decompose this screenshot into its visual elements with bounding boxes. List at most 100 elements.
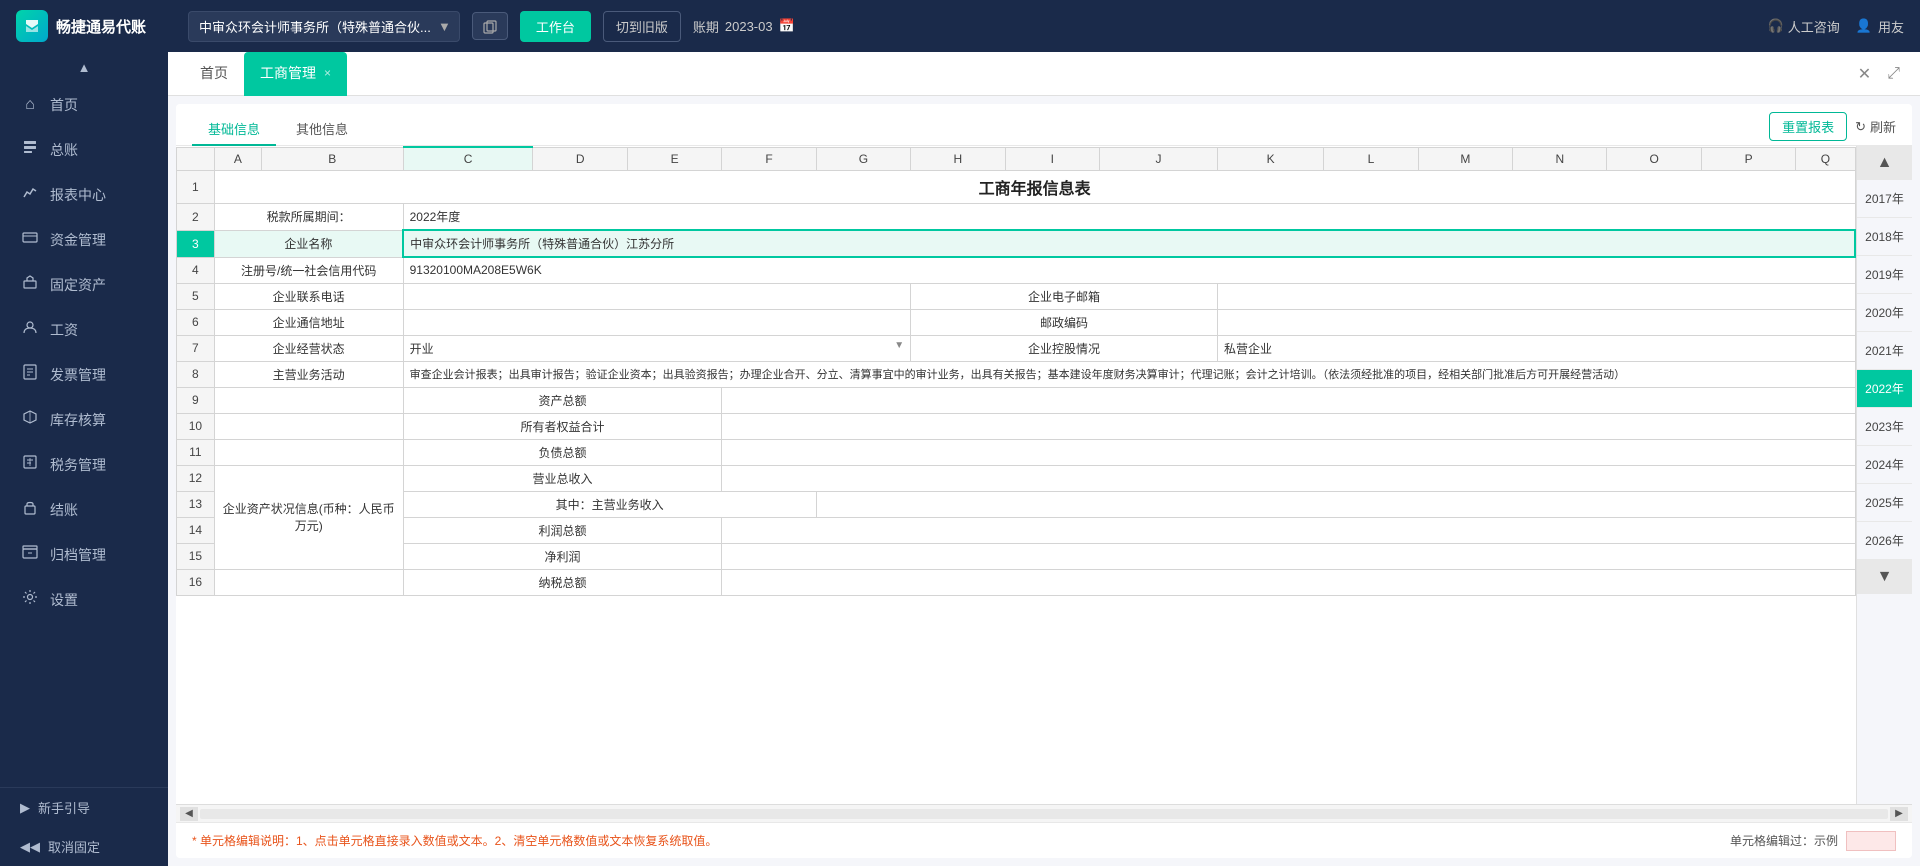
email-value-cell[interactable] xyxy=(1218,283,1856,309)
table-row: 3 企业名称 中审众环会计师事务所（特殊普通合伙）江苏分所 xyxy=(177,230,1856,257)
support-link[interactable]: 🎧 人工咨询 xyxy=(1768,17,1840,36)
sidebar-label-invoice: 发票管理 xyxy=(50,365,106,385)
sidebar-item-finance[interactable]: 资金管理 xyxy=(0,217,168,262)
scroll-left-btn[interactable]: ◀ xyxy=(180,807,198,821)
col-header-G: G xyxy=(816,147,910,171)
scroll-track-h[interactable] xyxy=(200,809,1888,819)
spreadsheet-container[interactable]: A B C D E F G H I J K L xyxy=(176,146,1856,804)
sidebar-item-archive[interactable]: 归档管理 xyxy=(0,532,168,577)
sub-tab-other[interactable]: 其他信息 xyxy=(280,113,364,146)
sidebar-label-tax: 税务管理 xyxy=(50,455,106,475)
ledger-icon xyxy=(20,139,40,160)
table-row: 14 利润总额 xyxy=(177,517,1856,543)
sidebar-item-reports[interactable]: 报表中心 xyxy=(0,172,168,217)
workbench-button[interactable]: 工作台 xyxy=(520,11,591,42)
old-version-button[interactable]: 切到旧版 xyxy=(603,11,681,42)
calendar-icon[interactable]: 📅 xyxy=(779,18,795,34)
postal-value-cell[interactable] xyxy=(1218,309,1856,335)
row-num-1: 1 xyxy=(177,171,215,204)
row-num-16: 16 xyxy=(177,569,215,595)
tab-industrial[interactable]: 工商管理 × xyxy=(244,52,347,96)
year-item-2020[interactable]: 2020年 xyxy=(1857,294,1912,332)
row-num-2: 2 xyxy=(177,204,215,231)
row-num-6: 6 xyxy=(177,309,215,335)
sidebar-item-home[interactable]: ⌂ 首页 xyxy=(0,83,168,127)
empty-cell-10 xyxy=(214,413,403,439)
sidebar-item-payroll[interactable]: 工资 xyxy=(0,307,168,352)
sidebar-item-ledger[interactable]: 总账 xyxy=(0,127,168,172)
tab-close-button[interactable]: × xyxy=(324,66,331,80)
phone-value-cell[interactable] xyxy=(403,283,911,309)
edited-label: 单元格编辑过：示例 xyxy=(1730,832,1838,849)
address-value-cell[interactable] xyxy=(403,309,911,335)
year-item-2017[interactable]: 2017年 xyxy=(1857,180,1912,218)
col-header-N: N xyxy=(1513,147,1607,171)
year-scroll-up[interactable]: ▲ xyxy=(1857,146,1912,180)
row-num-12: 12 xyxy=(177,465,215,491)
sidebar-label-settings: 设置 xyxy=(50,590,78,610)
tab-resize[interactable]: ⤢ xyxy=(1883,60,1904,88)
equity-value-cell[interactable] xyxy=(722,413,1855,439)
scroll-right-btn[interactable]: ▶ xyxy=(1890,807,1908,821)
app-name: 畅捷通易代账 xyxy=(56,16,146,37)
closing-icon xyxy=(20,499,40,520)
year-item-2021[interactable]: 2021年 xyxy=(1857,332,1912,370)
year-item-2022[interactable]: 2022年 xyxy=(1857,370,1912,408)
col-header-row: A B C D E F G H I J K L xyxy=(177,147,1856,171)
sidebar: ▲ ⌂ 首页 总账 报表中心 资金管理 固定资产 xyxy=(0,52,168,866)
tab-home[interactable]: 首页 xyxy=(184,52,244,96)
assets-value-cell[interactable] xyxy=(722,387,1855,413)
page-footer: * 单元格编辑说明：1、点击单元格直接录入数值或文本。2、清空单元格数值或文本恢… xyxy=(176,822,1912,858)
ownership-value-cell[interactable]: 私营企业 xyxy=(1218,335,1856,361)
net-profit-value-cell[interactable] xyxy=(722,543,1855,569)
period-label: 账期 xyxy=(693,17,719,36)
period-info: 账期 2023-03 📅 xyxy=(693,17,795,36)
sub-tab-basic[interactable]: 基础信息 xyxy=(192,113,276,146)
company-selector[interactable]: 中审众环会计师事务所（特殊普通合伙... ▼ xyxy=(188,11,460,42)
sidebar-label-assets: 固定资产 xyxy=(50,275,106,295)
total-profit-value-cell[interactable] xyxy=(722,517,1855,543)
main-biz-value-cell[interactable]: 审查企业会计报表；出具审计报告；验证企业资本；出具验资报告；办理企业合开、分立、… xyxy=(403,361,1855,387)
total-revenue-value-cell[interactable] xyxy=(722,465,1855,491)
sidebar-item-tax[interactable]: 税务管理 xyxy=(0,442,168,487)
year-scroll-down[interactable]: ▼ xyxy=(1857,560,1912,594)
sidebar-item-settings[interactable]: 设置 xyxy=(0,577,168,622)
spreadsheet-table: A B C D E F G H I J K L xyxy=(176,146,1856,596)
tab-close-window[interactable]: ✕ xyxy=(1854,60,1875,88)
main-revenue-value-cell[interactable] xyxy=(816,491,1855,517)
year-item-2024[interactable]: 2024年 xyxy=(1857,446,1912,484)
user-area[interactable]: 👤 用友 xyxy=(1856,17,1904,36)
table-row: 5 企业联系电话 企业电子邮箱 xyxy=(177,283,1856,309)
sidebar-item-inventory[interactable]: 库存核算 xyxy=(0,397,168,442)
liabilities-value-cell[interactable] xyxy=(722,439,1855,465)
inventory-icon xyxy=(20,409,40,430)
row-num-10: 10 xyxy=(177,413,215,439)
year-item-2025[interactable]: 2025年 xyxy=(1857,484,1912,522)
biz-status-value-cell[interactable]: 开业 ▼ xyxy=(403,335,911,361)
year-item-2026[interactable]: 2026年 xyxy=(1857,522,1912,560)
sidebar-label-ledger: 总账 xyxy=(50,140,78,160)
horizontal-scrollbar[interactable]: ◀ ▶ xyxy=(176,804,1912,822)
total-tax-value-cell[interactable] xyxy=(722,569,1855,595)
reg-value-cell[interactable]: 91320100MA208E5W6K xyxy=(403,257,1855,283)
unpin-icon: ◀◀ xyxy=(20,839,40,855)
year-item-2018[interactable]: 2018年 xyxy=(1857,218,1912,256)
year-item-2019[interactable]: 2019年 xyxy=(1857,256,1912,294)
sidebar-item-closing[interactable]: 结账 xyxy=(0,487,168,532)
sidebar-item-assets[interactable]: 固定资产 xyxy=(0,262,168,307)
header-right: 🎧 人工咨询 👤 用友 xyxy=(1768,17,1904,36)
unpin-button[interactable]: ◀◀ 取消固定 xyxy=(0,827,168,866)
tab-home-label: 首页 xyxy=(200,63,228,83)
guide-button[interactable]: ▶ 新手引导 xyxy=(0,788,168,827)
company-value-cell[interactable]: 中审众环会计师事务所（特殊普通合伙）江苏分所 xyxy=(403,230,1855,257)
refresh-button[interactable]: ↻ 刷新 xyxy=(1855,117,1896,136)
main-layout: ▲ ⌂ 首页 总账 报表中心 资金管理 固定资产 xyxy=(0,52,1920,866)
reset-button[interactable]: 重置报表 xyxy=(1769,112,1847,141)
copy-button[interactable] xyxy=(472,12,508,40)
sidebar-item-invoice[interactable]: 发票管理 xyxy=(0,352,168,397)
tab-bar: 首页 工商管理 × ✕ ⤢ xyxy=(168,52,1920,96)
year-item-2023[interactable]: 2023年 xyxy=(1857,408,1912,446)
sidebar-scroll-up[interactable]: ▲ xyxy=(0,52,168,83)
home-icon: ⌂ xyxy=(20,96,40,114)
period-value-cell[interactable]: 2022年度 xyxy=(403,204,1855,231)
